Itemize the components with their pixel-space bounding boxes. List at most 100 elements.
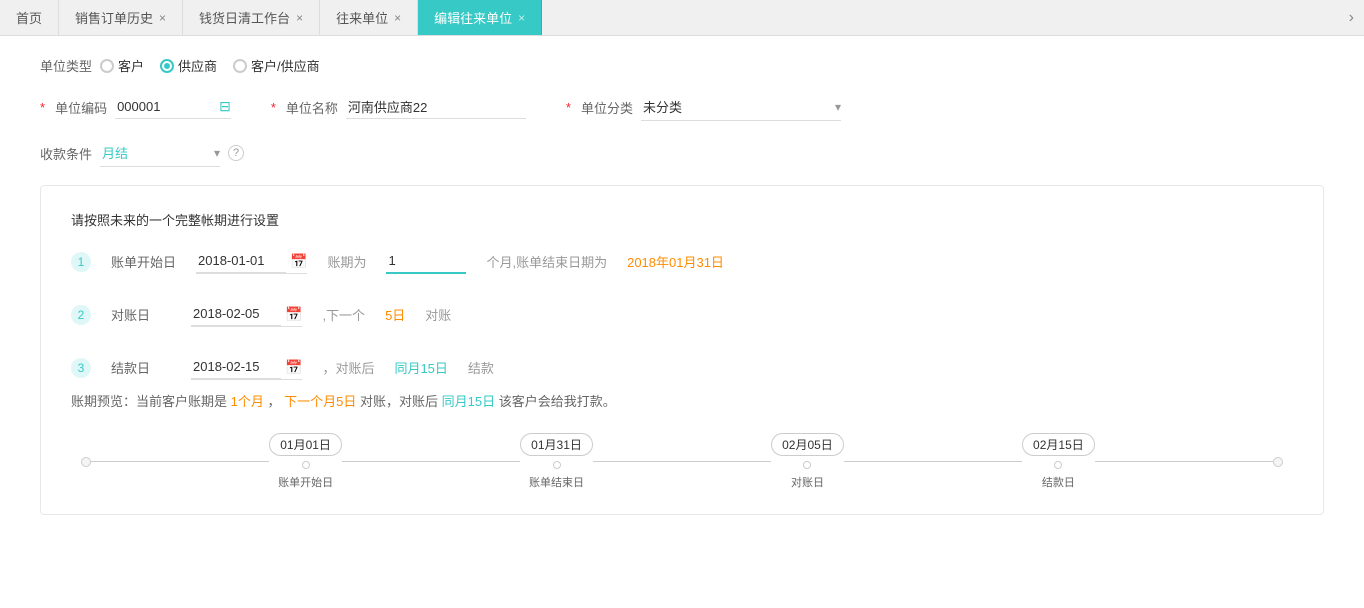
- timeline-node-4: 02月15日 结款日: [1022, 433, 1095, 490]
- radio-both[interactable]: 客户/供应商: [233, 56, 320, 75]
- period-date-2: 📅: [191, 302, 302, 327]
- payment-group: 收款条件 月结 ▾ ?: [40, 139, 244, 167]
- period-date-input-1[interactable]: [196, 249, 286, 273]
- period-month-input[interactable]: [386, 249, 466, 274]
- unit-class-dropdown-icon: ▾: [835, 100, 841, 114]
- period-row-2: 2 对账日 📅 ,下一个 5日 对账: [71, 302, 1293, 327]
- timeline-node1-label: 01月01日: [269, 433, 342, 456]
- unit-name-star: *: [271, 100, 276, 115]
- period-row-1: 1 账单开始日 📅 账期为 个月,账单结束日期为 2018年01月31日: [71, 249, 1293, 274]
- tab-home-label: 首页: [16, 8, 42, 27]
- timeline-node1-dot: [302, 461, 310, 469]
- unit-class-value: 未分类: [641, 93, 831, 120]
- unit-name-input[interactable]: [346, 95, 526, 119]
- tab-sales-history-close[interactable]: ×: [159, 11, 166, 25]
- period-row2-prefix: ,下一个: [322, 305, 365, 324]
- timeline-seg-4: [844, 461, 1022, 462]
- tab-cash-work-label: 钱货日清工作台: [199, 8, 290, 27]
- tab-edit-partner[interactable]: 编辑往来单位 ×: [418, 0, 542, 35]
- timeline-start-dot: [81, 457, 91, 467]
- preview-text: 账期预览：当前客户账期是 1个月 ， 下一个月5日 对账，对账后 同月15日 该…: [71, 390, 1293, 413]
- period-date-1: 📅: [196, 249, 307, 274]
- period-number-2: 2: [71, 305, 91, 325]
- unit-code-input[interactable]: [115, 95, 215, 118]
- tab-sales-history-label: 销售订单历史: [75, 8, 153, 27]
- radio-customer[interactable]: 客户: [100, 56, 144, 75]
- tab-partner-unit-label: 往来单位: [336, 8, 388, 27]
- timeline-node4-label: 02月15日: [1022, 433, 1095, 456]
- unit-class-group: * 单位分类 未分类 ▾: [566, 93, 841, 121]
- tab-partner-unit-close[interactable]: ×: [394, 11, 401, 25]
- timeline-node-3: 02月05日 对账日: [771, 433, 844, 490]
- timeline-seg-2: [342, 461, 520, 462]
- period-label-1: 账单开始日: [111, 252, 176, 271]
- period-end-date: 2018年01月31日: [627, 252, 724, 271]
- period-number-3: 3: [71, 358, 91, 378]
- unit-name-group: * 单位名称: [271, 95, 526, 119]
- unit-code-copy-icon[interactable]: ⊟: [219, 98, 231, 115]
- period-date-input-3[interactable]: [191, 355, 281, 379]
- period-date-input-2[interactable]: [191, 302, 281, 326]
- period-row2-suffix: 对账: [425, 305, 451, 324]
- timeline-seg-1: [91, 461, 269, 462]
- timeline-node4-sublabel: 结款日: [1042, 474, 1075, 490]
- unit-class-select[interactable]: 未分类 ▾: [641, 93, 841, 121]
- timeline-seg-3: [593, 461, 771, 462]
- radio-supplier[interactable]: 供应商: [160, 56, 217, 75]
- unit-name-label: 单位名称: [286, 98, 338, 117]
- preview-highlight1: 1个月: [231, 394, 264, 409]
- timeline-node-1: 01月01日 账单开始日: [269, 433, 342, 490]
- tab-sales-history[interactable]: 销售订单历史 ×: [59, 0, 183, 35]
- preview-middle: 对账，对账后: [360, 394, 438, 409]
- period-calendar-2[interactable]: 📅: [285, 306, 302, 323]
- timeline-end-dot: [1273, 457, 1283, 467]
- timeline-node4-dot: [1054, 461, 1062, 469]
- unit-code-group: * 单位编码 ⊟: [40, 95, 231, 119]
- timeline-node-2: 01月31日 账单结束日: [520, 433, 593, 490]
- preview-highlight3: 同月15日: [442, 394, 495, 409]
- timeline-node2-sublabel: 账单结束日: [529, 474, 584, 490]
- timeline-container: 01月01日 账单开始日 01月31日 账单结束日 02月05日 对账日: [71, 433, 1293, 490]
- period-calendar-3[interactable]: 📅: [285, 359, 302, 376]
- timeline-node2-dot: [553, 461, 561, 469]
- period-calendar-1[interactable]: 📅: [290, 253, 307, 270]
- payment-label: 收款条件: [40, 144, 92, 163]
- radio-customer-circle: [100, 59, 114, 73]
- unit-code-label: 单位编码: [55, 98, 107, 117]
- radio-both-circle: [233, 59, 247, 73]
- radio-both-label: 客户/供应商: [251, 56, 320, 75]
- period-label-3: 结款日: [111, 358, 171, 377]
- help-icon[interactable]: ?: [228, 145, 244, 161]
- payment-dropdown-icon: ▾: [214, 146, 220, 160]
- tab-bar: 首页 销售订单历史 × 钱货日清工作台 × 往来单位 × 编辑往来单位 × ›: [0, 0, 1364, 36]
- period-month-suffix: 个月,账单结束日期为: [486, 252, 607, 271]
- period-row3-prefix: ，对账后: [322, 358, 374, 377]
- timeline-seg-5: [1095, 461, 1273, 462]
- payment-row: 收款条件 月结 ▾ ?: [40, 139, 1324, 167]
- radio-supplier-circle: [160, 59, 174, 73]
- unit-type-group: 单位类型 客户 供应商 客户/供应商: [40, 56, 320, 75]
- preview-comma1: ，: [268, 394, 281, 409]
- unit-type-row: 单位类型 客户 供应商 客户/供应商: [40, 56, 1324, 75]
- unit-class-star: *: [566, 100, 571, 115]
- unit-type-label: 单位类型: [40, 56, 92, 75]
- radio-customer-label: 客户: [118, 56, 144, 75]
- period-row-3: 3 结款日 📅 ，对账后 同月15日 结款: [71, 355, 1293, 380]
- tab-home[interactable]: 首页: [0, 0, 59, 35]
- timeline-node3-dot: [803, 461, 811, 469]
- payment-select[interactable]: 月结 ▾: [100, 139, 220, 167]
- tab-edit-partner-close[interactable]: ×: [518, 11, 525, 25]
- preview-prefix: 账期预览：当前客户账期是: [71, 394, 227, 409]
- period-label-2: 对账日: [111, 305, 171, 324]
- period-number-1: 1: [71, 252, 91, 272]
- tab-partner-unit[interactable]: 往来单位 ×: [320, 0, 418, 35]
- tab-more-button[interactable]: ›: [1339, 0, 1364, 35]
- period-row2-highlight: 5日: [385, 305, 405, 324]
- tab-cash-work[interactable]: 钱货日清工作台 ×: [183, 0, 320, 35]
- radio-supplier-label: 供应商: [178, 56, 217, 75]
- period-row3-highlight: 同月15日: [394, 358, 447, 377]
- timeline-node3-label: 02月05日: [771, 433, 844, 456]
- radio-group: 客户 供应商 客户/供应商: [100, 56, 320, 75]
- tab-cash-work-close[interactable]: ×: [296, 11, 303, 25]
- tab-edit-partner-label: 编辑往来单位: [434, 8, 512, 27]
